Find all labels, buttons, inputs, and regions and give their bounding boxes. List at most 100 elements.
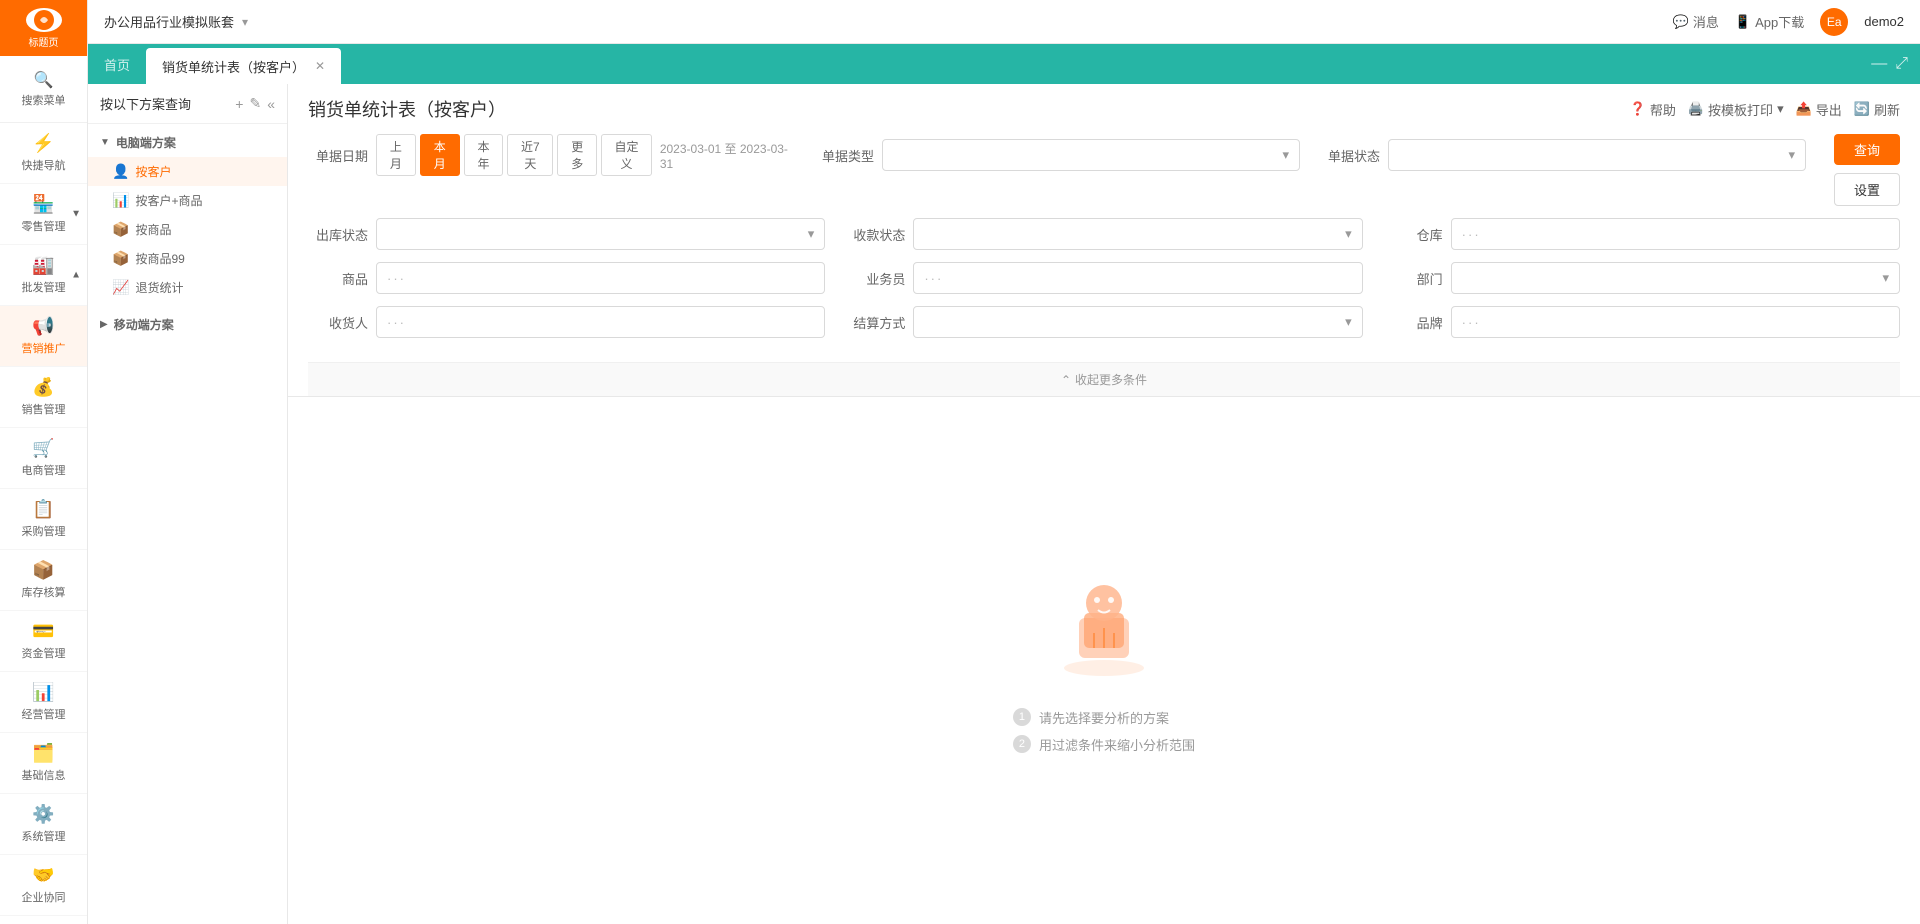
- dianshang-icon: 🛒: [32, 438, 54, 459]
- sidebar-item-jingying[interactable]: 📊 经营管理: [0, 672, 87, 733]
- sidebar-item-kucun[interactable]: 📦 库存核算: [0, 550, 87, 611]
- receiver-select[interactable]: ···: [376, 306, 825, 338]
- refresh-button[interactable]: 🔄 刷新: [1854, 100, 1900, 119]
- warehouse-select[interactable]: ···: [1451, 218, 1900, 250]
- sidebar-item-lingshou[interactable]: 🏪 零售管理 ▼: [0, 184, 87, 245]
- sidebar-item-jichu[interactable]: 🗂️ 基础信息: [0, 733, 87, 794]
- scheme-item-by-goods99[interactable]: 📦 按商品99: [88, 244, 287, 273]
- bill-type-label: 单据类型: [814, 146, 874, 165]
- payment-method-label: 结算方式: [845, 313, 905, 332]
- page-actions: ❓ 帮助 🖨️ 按模板打印 ▾ 📤 导出 �: [1630, 100, 1900, 119]
- goods-dots: ···: [387, 271, 406, 286]
- sidebar-item-dianshang[interactable]: 🛒 电商管理: [0, 428, 87, 489]
- department-select[interactable]: ▾: [1451, 262, 1900, 294]
- department-filter-item: 部门 ▾: [1383, 262, 1900, 294]
- tab-home[interactable]: 首页: [88, 44, 146, 84]
- department-label: 部门: [1383, 269, 1443, 288]
- group-expand-icon: ▼: [100, 137, 110, 148]
- search-menu-label: 搜索菜单: [22, 92, 66, 108]
- receipt-status-label: 收款状态: [845, 225, 905, 244]
- empty-tip-1: 1 请先选择要分析的方案: [1013, 708, 1195, 727]
- out-status-select[interactable]: ▾: [376, 218, 825, 250]
- sidebar-item-yingxiao[interactable]: 📢 营销推广: [0, 306, 87, 367]
- scheme-panel: 按以下方案查询 + ✎ « ▼ 电脑端方案 👤 按客户 📊: [88, 84, 288, 924]
- template-print-button[interactable]: 🖨️ 按模板打印 ▾: [1688, 100, 1784, 119]
- sidebar-item-xinshou[interactable]: 🎯 新手引导: [0, 916, 87, 924]
- bill-status-label: 单据状态: [1320, 146, 1380, 165]
- bill-status-select[interactable]: ▾: [1388, 139, 1806, 171]
- app-download-button[interactable]: 📱 App下载: [1735, 12, 1804, 31]
- date-filter-item: 单据日期 上月 本月 本年 近7天 更多 自定义: [308, 134, 794, 176]
- message-icon: 💬: [1673, 14, 1689, 30]
- payment-method-select[interactable]: ▾: [913, 306, 1362, 338]
- settings-button[interactable]: 设置: [1834, 173, 1900, 206]
- date-range-display: 2023-03-01 至 2023-03-31: [660, 140, 794, 171]
- scheme-item-by-customer-goods[interactable]: 📊 按客户+商品: [88, 186, 287, 215]
- header-dropdown-icon[interactable]: ▾: [242, 15, 248, 29]
- tab-sales-stats[interactable]: 销货单统计表（按客户） ✕: [146, 48, 341, 84]
- scheme-item-goods-label: 按商品: [135, 221, 171, 238]
- return-icon: 📈: [112, 279, 129, 296]
- collapse-bar[interactable]: ⌃ 收起更多条件: [308, 362, 1900, 396]
- date-current-month-btn[interactable]: 本月: [420, 134, 460, 176]
- tab-close-icon[interactable]: ✕: [315, 59, 325, 73]
- date-current-year-btn[interactable]: 本年: [464, 134, 504, 176]
- xitong-label: 系统管理: [22, 828, 66, 844]
- scheme-group-mobile-header[interactable]: ▶ 移动端方案: [88, 310, 287, 339]
- warehouse-label: 仓库: [1383, 225, 1443, 244]
- search-menu-button[interactable]: 🔍 搜索菜单: [4, 64, 83, 114]
- xiaoshou-icon: 💰: [32, 377, 54, 398]
- top-header: 办公用品行业模拟账套 ▾ 💬 消息 📱 App下载 Ea demo2: [88, 0, 1920, 44]
- query-button[interactable]: 查询: [1834, 134, 1900, 165]
- date-last-7days-btn[interactable]: 近7天: [507, 134, 553, 176]
- content-area: 按以下方案查询 + ✎ « ▼ 电脑端方案 👤 按客户 📊: [88, 84, 1920, 924]
- caigou-icon: 📋: [32, 499, 54, 520]
- tab-home-label: 首页: [104, 55, 130, 74]
- receipt-status-select[interactable]: ▾: [913, 218, 1362, 250]
- scheme-item-return-stats[interactable]: 📈 退货统计: [88, 273, 287, 302]
- sidebar-item-kuaijie[interactable]: ⚡ 快捷导航: [0, 123, 87, 184]
- message-button[interactable]: 💬 消息: [1673, 12, 1719, 31]
- scheme-item-by-goods[interactable]: 📦 按商品: [88, 215, 287, 244]
- collapse-icon: ⌃: [1061, 373, 1071, 387]
- salesperson-select[interactable]: ···: [913, 262, 1362, 294]
- receiver-label: 收货人: [308, 313, 368, 332]
- sidebar-item-pifa[interactable]: 🏭 批发管理 ▲: [0, 245, 87, 306]
- goods-select[interactable]: ···: [376, 262, 825, 294]
- help-button[interactable]: ❓ 帮助: [1630, 100, 1676, 119]
- jingying-label: 经营管理: [22, 706, 66, 722]
- bill-type-select[interactable]: ▾: [882, 139, 1300, 171]
- jingying-icon: 📊: [32, 682, 54, 703]
- tab-maximize-button[interactable]: ⤢: [1895, 55, 1908, 73]
- scheme-add-button[interactable]: +: [235, 96, 243, 112]
- print-icon: 🖨️: [1688, 101, 1704, 117]
- date-more-btn[interactable]: 更多: [557, 134, 597, 176]
- user-avatar: Ea: [1820, 8, 1848, 36]
- kuaijie-label: 快捷导航: [22, 157, 66, 173]
- sidebar-item-zijin[interactable]: 💳 资金管理: [0, 611, 87, 672]
- scheme-collapse-button[interactable]: «: [267, 96, 275, 112]
- date-custom-btn[interactable]: 自定义: [601, 134, 652, 176]
- sidebar-item-caigou[interactable]: 📋 采购管理: [0, 489, 87, 550]
- scheme-group-desktop-header[interactable]: ▼ 电脑端方案: [88, 128, 287, 157]
- date-last-month-btn[interactable]: 上月: [376, 134, 416, 176]
- scheme-header-title: 按以下方案查询: [100, 94, 191, 113]
- tip-2-num: 2: [1013, 735, 1031, 753]
- main-content: 销货单统计表（按客户） ❓ 帮助 🖨️ 按模板打印 ▾ 📤: [288, 84, 1920, 924]
- sidebar-item-xitong[interactable]: ⚙️ 系统管理: [0, 794, 87, 855]
- scheme-item-by-customer[interactable]: 👤 按客户: [88, 157, 287, 186]
- tab-minimize-button[interactable]: —: [1871, 55, 1887, 73]
- sidebar-item-qiye[interactable]: 🤝 企业协同: [0, 855, 87, 916]
- brand-select[interactable]: ···: [1451, 306, 1900, 338]
- avatar-text: Ea: [1827, 15, 1842, 29]
- refresh-label: 刷新: [1874, 100, 1900, 119]
- export-button[interactable]: 📤 导出: [1796, 100, 1842, 119]
- user-name[interactable]: demo2: [1864, 14, 1904, 29]
- lingshou-arrow-icon: ▼: [71, 209, 81, 220]
- scheme-item-customer-label: 按客户: [135, 163, 171, 180]
- sidebar-item-xiaoshou[interactable]: 💰 销售管理: [0, 367, 87, 428]
- scheme-edit-button[interactable]: ✎: [249, 95, 261, 112]
- zijin-label: 资金管理: [22, 645, 66, 661]
- message-label: 消息: [1693, 12, 1719, 31]
- help-label: 帮助: [1650, 100, 1676, 119]
